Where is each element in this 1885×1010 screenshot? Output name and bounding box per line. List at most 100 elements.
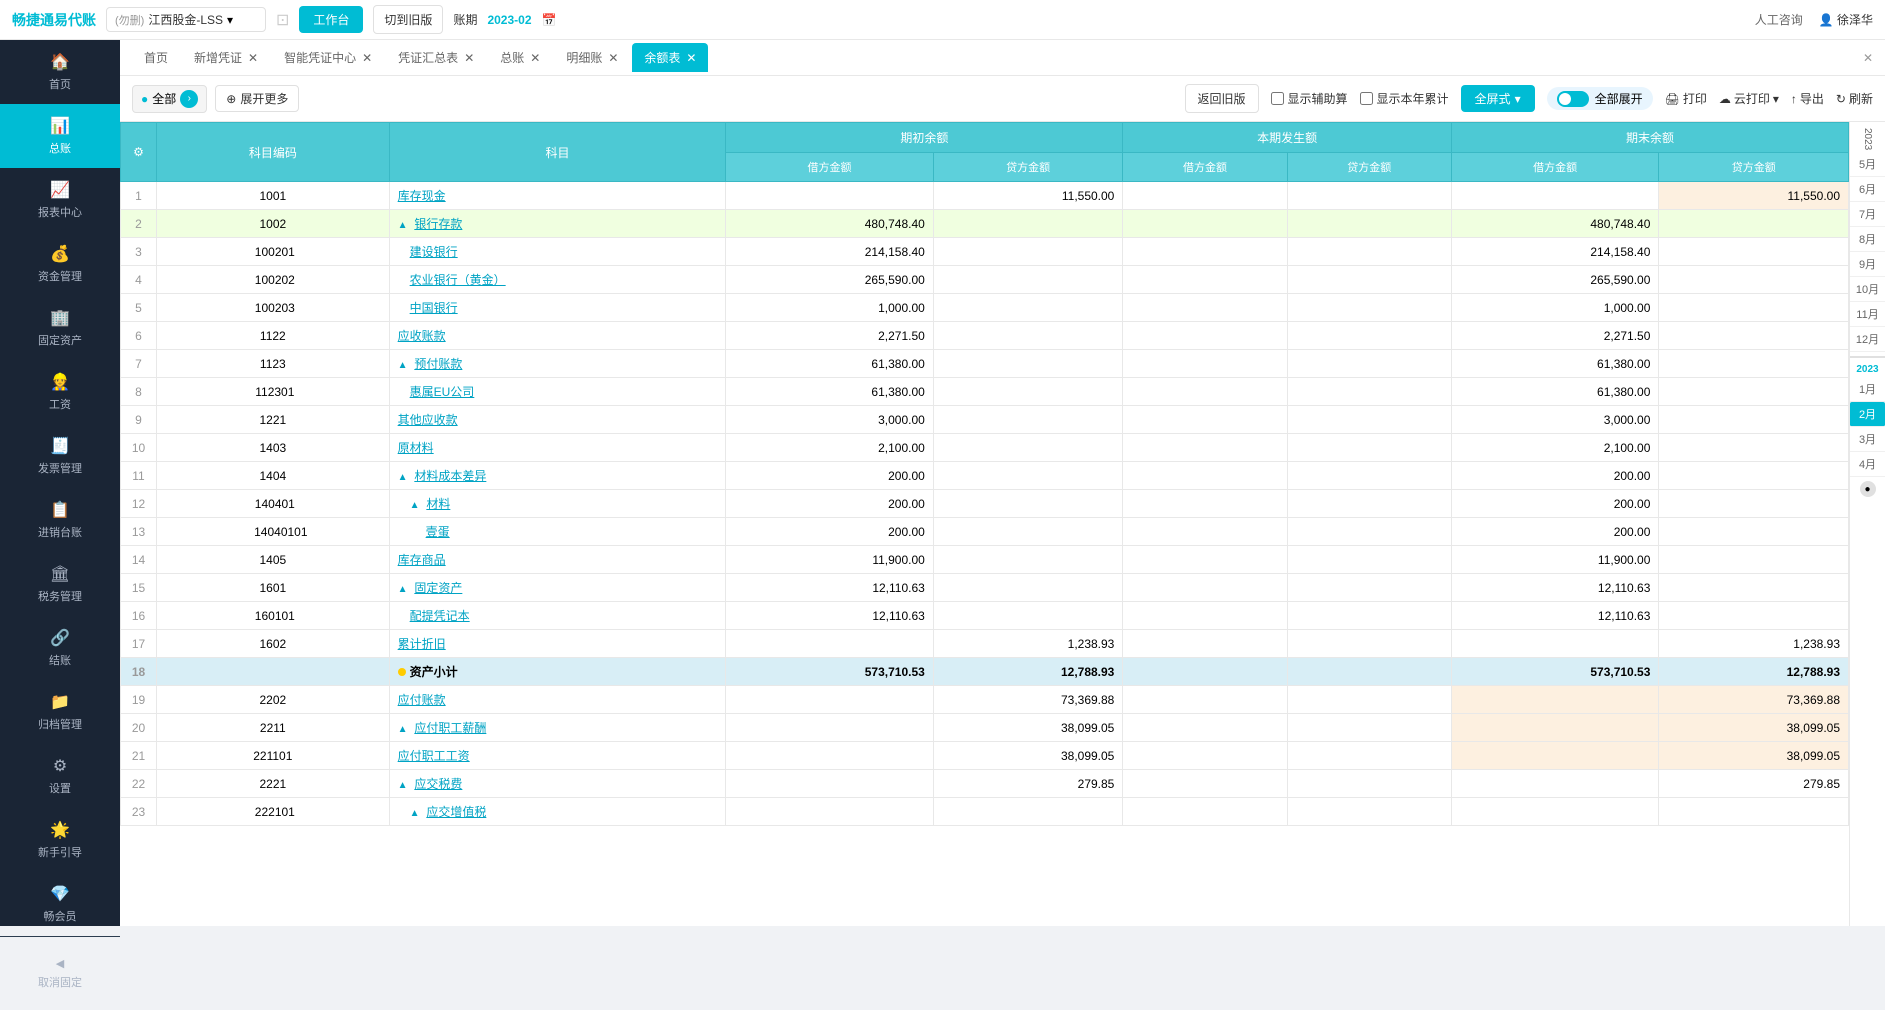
- row-name-link[interactable]: 累计折旧: [398, 637, 446, 651]
- row-name-link[interactable]: 应交增值税: [426, 805, 486, 819]
- row-name-link[interactable]: 应收账款: [398, 329, 446, 343]
- sidebar-item-salary[interactable]: 👷 工资: [0, 360, 120, 424]
- filter-all-button[interactable]: ● 全部 ›: [132, 85, 207, 113]
- row-name[interactable]: ▲ 材料成本差异: [389, 462, 726, 490]
- expand-more-button[interactable]: ⊕ 展开更多: [215, 85, 299, 112]
- expand-icon[interactable]: ▲: [410, 500, 423, 511]
- tab-smart-voucher[interactable]: 智能凭证中心 ✕: [272, 43, 384, 72]
- auxiliary-checkbox-input[interactable]: [1271, 92, 1284, 105]
- row-name[interactable]: 原材料: [389, 434, 726, 462]
- tab-home[interactable]: 首页: [132, 43, 180, 72]
- toggle-switch[interactable]: [1557, 91, 1589, 107]
- row-name[interactable]: ▲ 固定资产: [389, 574, 726, 602]
- row-name-link[interactable]: 应付职工薪酬: [414, 721, 486, 735]
- month-6[interactable]: 6月: [1850, 177, 1885, 202]
- tab-detail-ledger[interactable]: 明细账 ✕: [554, 43, 630, 72]
- row-name[interactable]: 应付职工工资: [389, 742, 726, 770]
- expand-icon[interactable]: ▲: [398, 360, 411, 371]
- show-ytd-checkbox[interactable]: 显示本年累计: [1360, 90, 1449, 107]
- row-name[interactable]: 库存现金: [389, 182, 726, 210]
- row-name-link[interactable]: 原材料: [398, 441, 434, 455]
- row-name-link[interactable]: 惠属EU公司: [410, 385, 475, 399]
- row-name[interactable]: 中国银行: [389, 294, 726, 322]
- sidebar-item-invoice[interactable]: 🧾 发票管理: [0, 424, 120, 488]
- row-name[interactable]: 累计折旧: [389, 630, 726, 658]
- row-name[interactable]: 其他应收款: [389, 406, 726, 434]
- consult-button[interactable]: 人工咨询: [1755, 11, 1803, 28]
- row-name-link[interactable]: 材料成本差异: [414, 469, 486, 483]
- row-name[interactable]: 库存商品: [389, 546, 726, 574]
- month-11[interactable]: 11月: [1850, 302, 1885, 327]
- month-7[interactable]: 7月: [1850, 202, 1885, 227]
- row-name-link[interactable]: 库存现金: [398, 189, 446, 203]
- close-all-button[interactable]: ✕: [1863, 51, 1873, 65]
- row-name-link[interactable]: 其他应收款: [398, 413, 458, 427]
- expand-icon[interactable]: ▲: [398, 584, 411, 595]
- row-name[interactable]: 惠属EU公司: [389, 378, 726, 406]
- workbench-button[interactable]: 工作台: [299, 6, 363, 33]
- row-name[interactable]: ▲ 材料: [389, 490, 726, 518]
- row-name-link[interactable]: 材料: [426, 497, 450, 511]
- row-name[interactable]: 建设银行: [389, 238, 726, 266]
- row-name-link[interactable]: 农业银行（黄金）: [410, 273, 506, 287]
- export-button[interactable]: ↑ 导出: [1791, 90, 1824, 107]
- sidebar-item-funds[interactable]: 💰 资金管理: [0, 232, 120, 296]
- row-name[interactable]: ▲ 银行存款: [389, 210, 726, 238]
- sidebar-item-reports[interactable]: 📈 报表中心: [0, 168, 120, 232]
- month-1[interactable]: 1月: [1850, 377, 1885, 402]
- tab-new-voucher-close[interactable]: ✕: [248, 51, 258, 65]
- row-name-link[interactable]: 预付账款: [414, 357, 462, 371]
- row-name-link[interactable]: 壹蛋: [426, 525, 450, 539]
- expand-icon[interactable]: ▲: [398, 472, 411, 483]
- sidebar-item-archive[interactable]: 📁 归档管理: [0, 680, 120, 744]
- sidebar-item-settings[interactable]: ⚙ 设置: [0, 744, 120, 808]
- month-3[interactable]: 3月: [1850, 427, 1885, 452]
- expand-icon[interactable]: ▲: [410, 808, 423, 819]
- row-name[interactable]: 应付账款: [389, 686, 726, 714]
- tab-balance-sheet-close[interactable]: ✕: [686, 51, 696, 65]
- row-name[interactable]: ▲ 应交增值税: [389, 798, 726, 826]
- row-name[interactable]: 配提凭记本: [389, 602, 726, 630]
- sidebar-item-ledger[interactable]: 📊 总账: [0, 104, 120, 168]
- expand-icon[interactable]: ▲: [398, 724, 411, 735]
- tab-smart-voucher-close[interactable]: ✕: [362, 51, 372, 65]
- user-avatar[interactable]: 👤 徐泽华: [1819, 11, 1873, 28]
- row-name-link[interactable]: 库存商品: [398, 553, 446, 567]
- row-name-link[interactable]: 应交税费: [414, 777, 462, 791]
- sidebar-item-tax[interactable]: 🏛 税务管理: [0, 552, 120, 616]
- expand-all-toggle[interactable]: 全部展开: [1547, 87, 1653, 110]
- sidebar-item-home[interactable]: 🏠 首页: [0, 40, 120, 104]
- ytd-checkbox-input[interactable]: [1360, 92, 1373, 105]
- tab-general-ledger-close[interactable]: ✕: [530, 51, 540, 65]
- expand-icon[interactable]: ▲: [398, 780, 411, 791]
- right-sidebar-toggle[interactable]: ●: [1850, 481, 1885, 497]
- company-selector[interactable]: (勿删) 江西股金-LSS ▾: [106, 7, 266, 32]
- tab-general-ledger[interactable]: 总账 ✕: [488, 43, 552, 72]
- expand-icon[interactable]: ▲: [398, 220, 411, 231]
- row-name[interactable]: ▲ 应交税费: [389, 770, 726, 798]
- tab-detail-ledger-close[interactable]: ✕: [608, 51, 618, 65]
- return-old-button[interactable]: 返回旧版: [1185, 84, 1259, 113]
- month-4[interactable]: 4月: [1850, 452, 1885, 477]
- row-name-link[interactable]: 建设银行: [410, 245, 458, 259]
- unpin-button[interactable]: ◀ 取消固定: [0, 945, 120, 1002]
- row-name[interactable]: 壹蛋: [389, 518, 726, 546]
- cloud-print-button[interactable]: ☁ 云打印 ▾: [1719, 90, 1779, 107]
- refresh-button[interactable]: ↻ 刷新: [1836, 90, 1873, 107]
- sidebar-item-member[interactable]: 💎 畅会员: [0, 872, 120, 936]
- row-name-link[interactable]: 银行存款: [414, 217, 462, 231]
- month-2[interactable]: 2月: [1850, 402, 1885, 427]
- switch-version-button[interactable]: 切到旧版: [373, 5, 443, 34]
- tab-voucher-summary[interactable]: 凭证汇总表 ✕: [386, 43, 486, 72]
- row-name-link[interactable]: 配提凭记本: [410, 609, 470, 623]
- month-5[interactable]: 5月: [1850, 152, 1885, 177]
- month-10[interactable]: 10月: [1850, 277, 1885, 302]
- row-name[interactable]: ▲ 应付职工薪酬: [389, 714, 726, 742]
- col-settings-header[interactable]: ⚙: [121, 123, 157, 182]
- copy-icon[interactable]: ⊡: [276, 10, 289, 30]
- row-name-link[interactable]: 固定资产: [414, 581, 462, 595]
- row-name[interactable]: 农业银行（黄金）: [389, 266, 726, 294]
- calendar-icon[interactable]: 📅: [542, 13, 557, 27]
- tab-balance-sheet[interactable]: 余额表 ✕: [632, 43, 708, 72]
- print-button[interactable]: 🖨 打印: [1665, 90, 1707, 107]
